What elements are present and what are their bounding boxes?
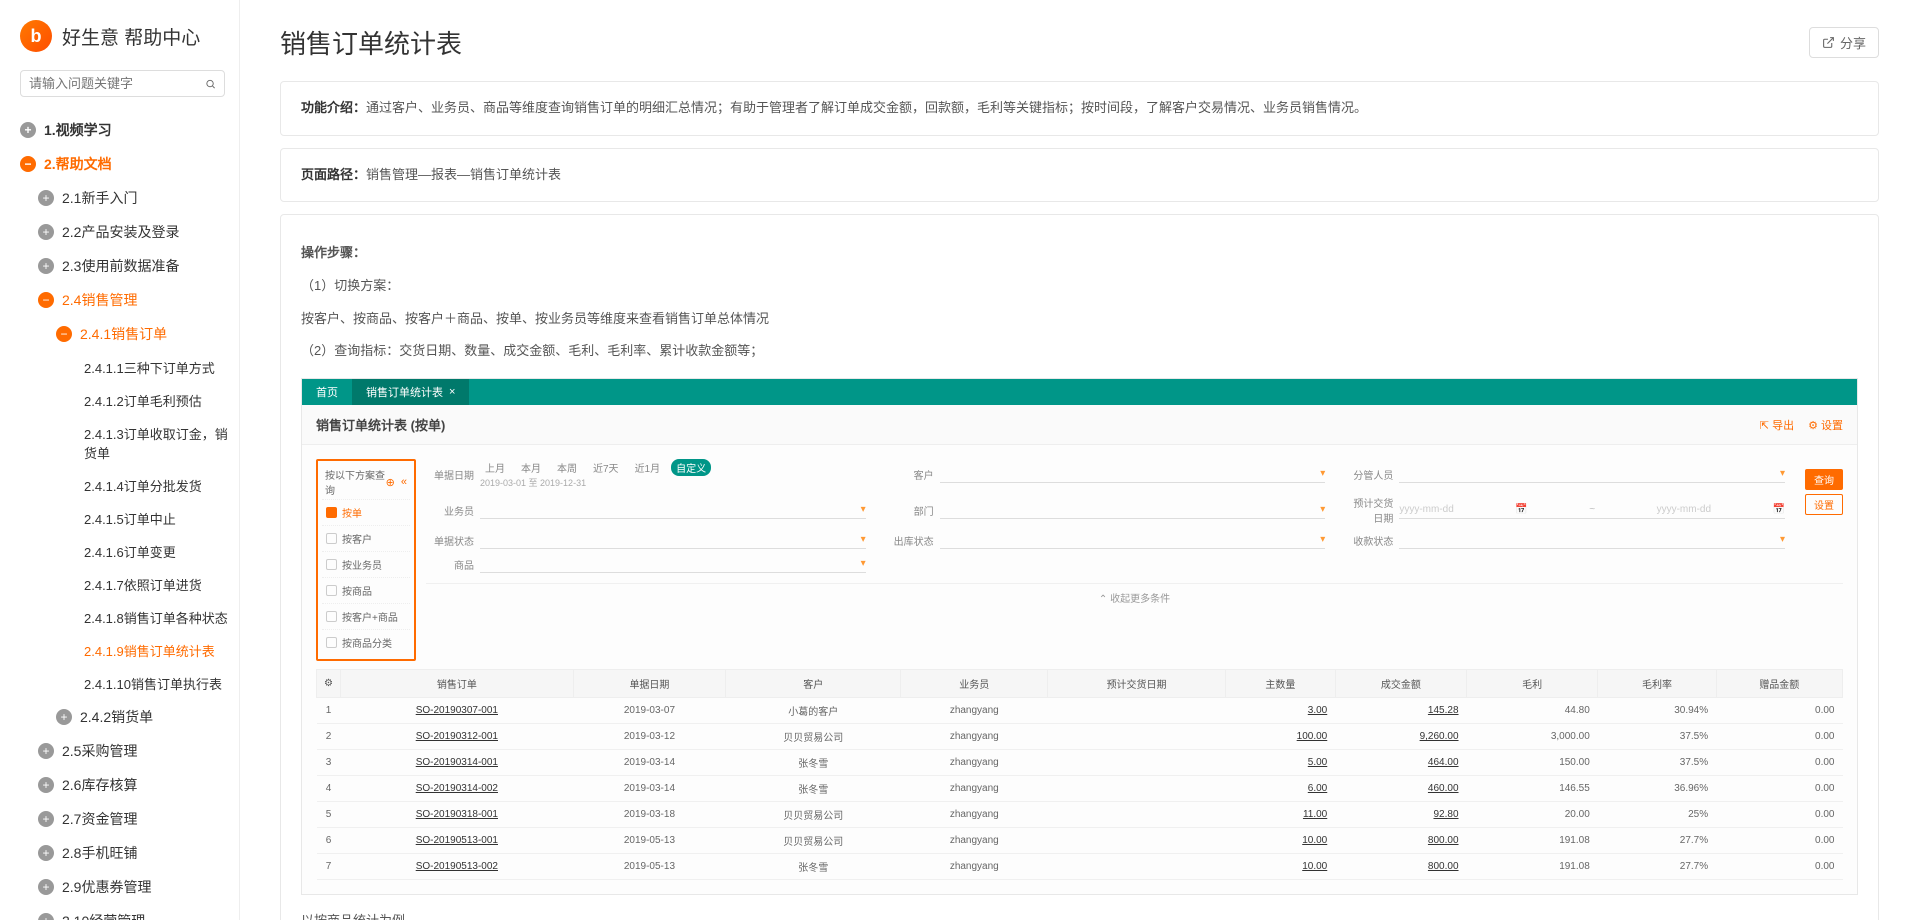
plus-icon: + bbox=[38, 845, 54, 861]
plus-icon: + bbox=[38, 879, 54, 895]
plus-icon: + bbox=[38, 913, 54, 920]
search-box[interactable] bbox=[20, 70, 225, 97]
minus-icon: − bbox=[20, 156, 36, 172]
nav-2-4[interactable]: −2.4销售管理 bbox=[20, 283, 239, 317]
nav-2-4-1-2[interactable]: 2.4.1.2订单毛利预估 bbox=[20, 384, 239, 417]
nav-2-4-1[interactable]: −2.4.1销售订单 bbox=[20, 317, 239, 351]
nav-2-7[interactable]: +2.7资金管理 bbox=[20, 802, 239, 836]
ss-scheme-item: 按客户+商品 bbox=[322, 603, 410, 629]
ss-setting: ⚙ 设置 bbox=[1808, 417, 1843, 433]
plus-icon: + bbox=[20, 122, 36, 138]
nav-2-8[interactable]: +2.8手机旺铺 bbox=[20, 836, 239, 870]
share-button[interactable]: 分享 bbox=[1809, 27, 1879, 58]
plus-icon: + bbox=[38, 777, 54, 793]
ss-query-btn: 查询 bbox=[1805, 469, 1843, 490]
brand-logo: b bbox=[20, 20, 52, 52]
screenshot-1: 首页 销售订单统计表 销售订单统计表 (按单) ⇱ 导出 ⚙ 设置 按以下方案查… bbox=[301, 378, 1858, 895]
nav-2-4-1-3[interactable]: 2.4.1.3订单收取订金，销货单 bbox=[20, 417, 239, 469]
nav-2-5[interactable]: +2.5采购管理 bbox=[20, 734, 239, 768]
main-content: 销售订单统计表 分享 功能介绍：通过客户、业务员、商品等维度查询销售订单的明细汇… bbox=[240, 0, 1919, 920]
ss-scheme-item: 按单 bbox=[322, 499, 410, 525]
ss-title: 销售订单统计表 (按单) bbox=[316, 415, 445, 434]
search-icon bbox=[205, 77, 216, 91]
nav-2-10[interactable]: +2.10经营管理 bbox=[20, 904, 239, 920]
plus-icon: + bbox=[38, 743, 54, 759]
nav-2-4-1-8[interactable]: 2.4.1.8销售订单各种状态 bbox=[20, 601, 239, 634]
plus-icon: + bbox=[56, 709, 72, 725]
share-icon bbox=[1822, 36, 1835, 49]
ss-table: ⚙销售订单单据日期客户业务员预计交货日期主数量成交金额毛利毛利率赠品金额 1SO… bbox=[316, 669, 1843, 880]
nav-2-4-1-4[interactable]: 2.4.1.4订单分批发货 bbox=[20, 469, 239, 502]
page-title: 销售订单统计表 bbox=[280, 24, 462, 61]
ss-scheme-item: 按业务员 bbox=[322, 551, 410, 577]
ss-scheme-item: 按商品分类 bbox=[322, 629, 410, 655]
plus-icon: + bbox=[38, 224, 54, 240]
nav-2-4-1-1[interactable]: 2.4.1.1三种下订单方式 bbox=[20, 351, 239, 384]
nav-2-6[interactable]: +2.6库存核算 bbox=[20, 768, 239, 802]
nav-2-2[interactable]: +2.2产品安装及登录 bbox=[20, 215, 239, 249]
nav-2-9[interactable]: +2.9优惠券管理 bbox=[20, 870, 239, 904]
ss-scheme-box: 按以下方案查询⊕« 按单按客户按业务员按商品按客户+商品按商品分类 bbox=[316, 459, 416, 661]
ss-setting-btn: 设置 bbox=[1805, 494, 1843, 515]
ss-tab-report: 销售订单统计表 bbox=[352, 379, 469, 405]
nav-video-learning[interactable]: +1.视频学习 bbox=[20, 113, 239, 147]
nav-2-4-1-7[interactable]: 2.4.1.7依照订单进货 bbox=[20, 568, 239, 601]
nav-help-docs[interactable]: −2.帮助文档 bbox=[20, 147, 239, 181]
ss-scheme-item: 按商品 bbox=[322, 577, 410, 603]
nav-2-4-2[interactable]: +2.4.2销货单 bbox=[20, 700, 239, 734]
nav-2-3[interactable]: +2.3使用前数据准备 bbox=[20, 249, 239, 283]
nav-2-1[interactable]: +2.1新手入门 bbox=[20, 181, 239, 215]
ss-scheme-item: 按客户 bbox=[322, 525, 410, 551]
collapse-icon: « bbox=[401, 476, 407, 489]
nav-2-4-1-9[interactable]: 2.4.1.9销售订单统计表 bbox=[20, 634, 239, 667]
intro-card: 功能介绍：通过客户、业务员、商品等维度查询销售订单的明细汇总情况；有助于管理者了… bbox=[280, 81, 1879, 136]
nav-2-4-1-6[interactable]: 2.4.1.6订单变更 bbox=[20, 535, 239, 568]
ss-export: ⇱ 导出 bbox=[1760, 417, 1794, 433]
steps-block: 操作步骤： （1）切换方案： 按客户、按商品、按客户＋商品、按单、按业务员等维度… bbox=[280, 214, 1879, 920]
plus-icon: + bbox=[38, 190, 54, 206]
nav-2-4-1-10[interactable]: 2.4.1.10销售订单执行表 bbox=[20, 667, 239, 700]
minus-icon: − bbox=[38, 292, 54, 308]
path-card: 页面路径：销售管理—报表—销售订单统计表 bbox=[280, 148, 1879, 203]
search-input[interactable] bbox=[29, 76, 205, 91]
plus-icon: + bbox=[38, 258, 54, 274]
plus-icon: ⊕ bbox=[386, 476, 395, 489]
ss-tab-home: 首页 bbox=[302, 379, 352, 405]
brand: b 好生意 帮助中心 bbox=[20, 20, 239, 52]
brand-title: 好生意 帮助中心 bbox=[62, 23, 200, 50]
nav-2-4-1-5[interactable]: 2.4.1.5订单中止 bbox=[20, 502, 239, 535]
ss-collapse: ⌃ 收起更多条件 bbox=[426, 583, 1843, 611]
plus-icon: + bbox=[38, 811, 54, 827]
minus-icon: − bbox=[56, 326, 72, 342]
sidebar: b 好生意 帮助中心 +1.视频学习 −2.帮助文档 +2.1新手入门 +2.2… bbox=[0, 0, 240, 920]
